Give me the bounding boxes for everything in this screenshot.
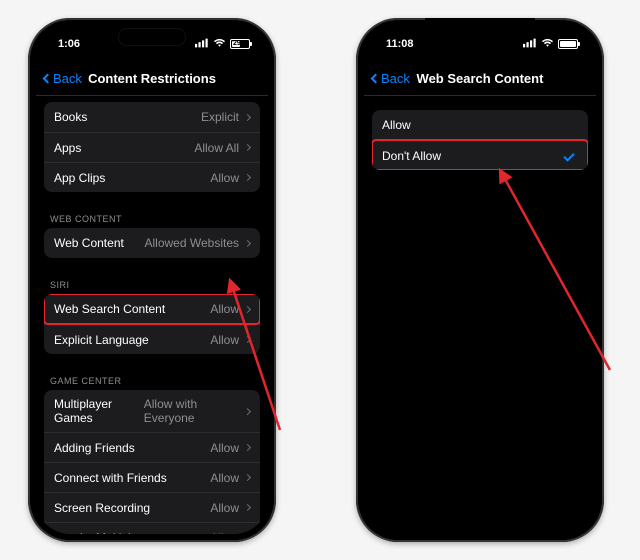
notch — [425, 18, 535, 36]
status-right — [523, 38, 578, 51]
siri-group: Web Search ContentAllow Explicit Languag… — [44, 294, 260, 354]
back-button[interactable]: Back — [372, 71, 410, 86]
options-group: Allow Don't Allow — [372, 110, 588, 170]
dynamic-island — [118, 28, 186, 46]
row-apps[interactable]: AppsAllow All — [44, 132, 260, 162]
row-connect-with-friends[interactable]: Connect with FriendsAllow — [44, 462, 260, 492]
chevron-left-icon — [43, 74, 53, 84]
phone-left: 1:06 29 Back Content Restrictions BooksE… — [28, 18, 276, 542]
chevron-right-icon — [244, 239, 251, 246]
content-left[interactable]: BooksExplicit AppsAllow All App ClipsAll… — [36, 96, 268, 534]
chevron-right-icon — [244, 444, 251, 451]
battery-icon: 29 — [230, 39, 250, 49]
signal-icon — [195, 38, 209, 51]
back-label: Back — [53, 71, 82, 86]
content-right[interactable]: Allow Don't Allow — [364, 96, 596, 534]
web-group: Web ContentAllowed Websites — [44, 228, 260, 258]
row-web-search-content[interactable]: Web Search ContentAllow — [44, 294, 260, 324]
row-screen-recording[interactable]: Screen RecordingAllow — [44, 492, 260, 522]
wifi-icon — [541, 38, 554, 51]
chevron-left-icon — [371, 74, 381, 84]
gc-group: Multiplayer GamesAllow with Everyone Add… — [44, 390, 260, 534]
chevron-right-icon — [244, 113, 251, 120]
chevron-right-icon — [244, 174, 251, 181]
nav-bar: Back Web Search Content — [364, 62, 596, 96]
row-explicit-language[interactable]: Explicit LanguageAllow — [44, 324, 260, 354]
back-button[interactable]: Back — [44, 71, 82, 86]
checkmark-icon — [563, 150, 574, 161]
page-title: Web Search Content — [417, 71, 544, 86]
row-web-content[interactable]: Web ContentAllowed Websites — [44, 228, 260, 258]
row-nearby-multiplayer[interactable]: Nearby MultiplayerAllow — [44, 522, 260, 534]
back-label: Back — [381, 71, 410, 86]
chevron-right-icon — [244, 305, 251, 312]
status-time: 11:08 — [386, 38, 414, 50]
top-group: BooksExplicit AppsAllow All App ClipsAll… — [44, 102, 260, 192]
chevron-right-icon — [244, 336, 251, 343]
row-adding-friends[interactable]: Adding FriendsAllow — [44, 432, 260, 462]
row-allow[interactable]: Allow — [372, 110, 588, 140]
row-dont-allow[interactable]: Don't Allow — [372, 140, 588, 170]
battery-icon — [558, 39, 578, 49]
status-time: 1:06 — [58, 38, 80, 50]
chevron-right-icon — [244, 408, 251, 415]
chevron-right-icon — [244, 474, 251, 481]
section-web-content: WEB CONTENT — [36, 202, 268, 228]
chevron-right-icon — [244, 504, 251, 511]
nav-bar: Back Content Restrictions — [36, 62, 268, 96]
page-title: Content Restrictions — [88, 71, 216, 86]
chevron-right-icon — [244, 144, 251, 151]
row-books[interactable]: BooksExplicit — [44, 102, 260, 132]
row-app-clips[interactable]: App ClipsAllow — [44, 162, 260, 192]
screen-left: 1:06 29 Back Content Restrictions BooksE… — [36, 26, 268, 534]
phone-right: 11:08 Back Web Search Content Allow Don'… — [356, 18, 604, 542]
section-game-center: GAME CENTER — [36, 364, 268, 390]
wifi-icon — [213, 38, 226, 51]
status-right: 29 — [195, 38, 250, 51]
screen-right: 11:08 Back Web Search Content Allow Don'… — [364, 26, 596, 534]
row-multiplayer-games[interactable]: Multiplayer GamesAllow with Everyone — [44, 390, 260, 432]
section-siri: SIRI — [36, 268, 268, 294]
signal-icon — [523, 38, 537, 51]
